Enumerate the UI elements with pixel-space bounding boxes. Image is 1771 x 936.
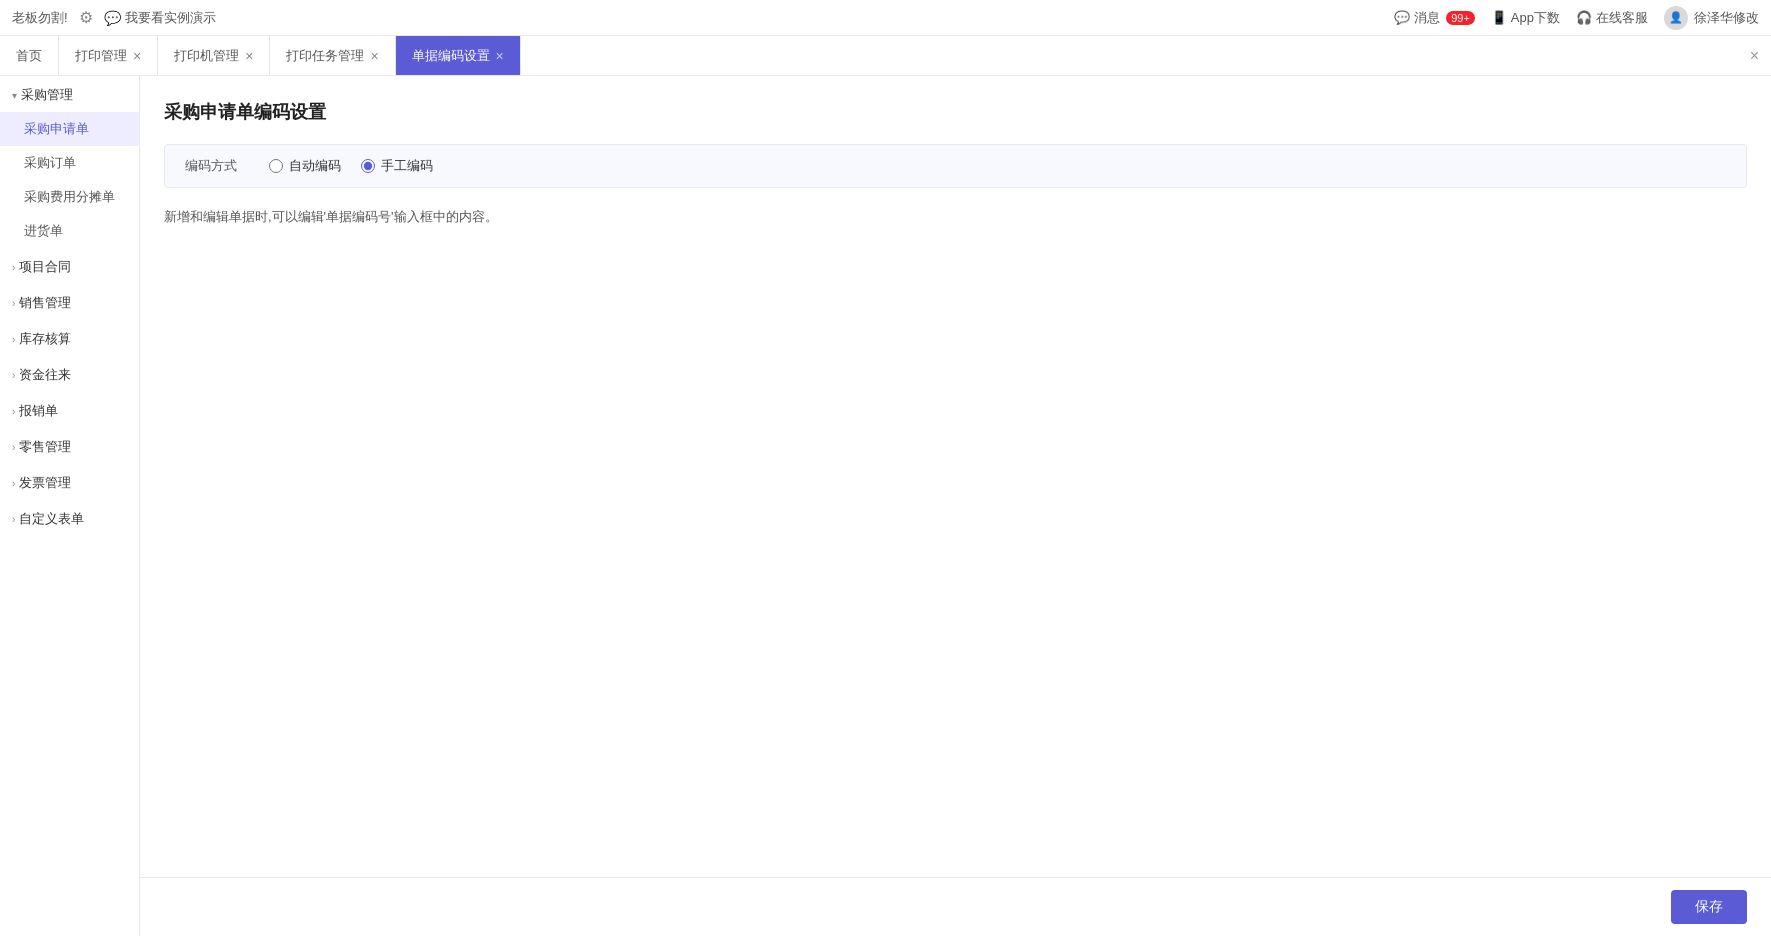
- tab-printer-management-close[interactable]: ×: [245, 49, 253, 63]
- top-bar: 老板勿割! ⚙ 我要看实例演示 💬 消息 99+ 📱 App下数 🎧 在线客服 …: [0, 0, 1771, 36]
- sidebar-group-retail-label: 零售管理: [19, 438, 71, 456]
- sidebar-group-retail: › 零售管理: [0, 428, 139, 464]
- sidebar-group-invoice: › 发票管理: [0, 464, 139, 500]
- sidebar-group-sales-label: 销售管理: [19, 294, 71, 312]
- gear-icon: ⚙: [79, 9, 93, 26]
- tab-encoding-settings-close[interactable]: ×: [496, 49, 504, 63]
- tab-printer-management-label: 打印机管理: [174, 47, 239, 65]
- tab-encoding-settings-label: 单据编码设置: [412, 47, 490, 65]
- tab-bar: 首页 打印管理 × 打印机管理 × 打印任务管理 × 单据编码设置 × ×: [0, 36, 1771, 76]
- app-download-label: App下数: [1511, 9, 1560, 27]
- top-bar-right: 💬 消息 99+ 📱 App下数 🎧 在线客服 👤 徐泽华修改: [1394, 6, 1759, 30]
- sidebar-group-custom-header[interactable]: › 自定义表单: [0, 500, 139, 536]
- chevron-down-icon: ▾: [12, 90, 17, 101]
- brand-name: 老板勿割!: [12, 9, 68, 27]
- top-bar-left: 老板勿割! ⚙ 我要看实例演示: [12, 8, 216, 28]
- sidebar-item-receipt-label: 进货单: [24, 223, 63, 238]
- app-download-button[interactable]: 📱 App下数: [1491, 9, 1560, 27]
- sidebar-item-purchase-cost-label: 采购费用分摊单: [24, 189, 115, 204]
- sidebar-group-expense: › 报销单: [0, 392, 139, 428]
- chevron-right-icon-5: ›: [12, 406, 15, 417]
- sidebar-group-finance-label: 资金往来: [19, 366, 71, 384]
- sidebar-item-purchase-order[interactable]: 采购订单: [0, 146, 139, 180]
- tab-print-management[interactable]: 打印管理 ×: [59, 36, 158, 75]
- sidebar-item-purchase-request-label: 采购申请单: [24, 121, 89, 136]
- encoding-label: 编码方式: [185, 157, 237, 175]
- sidebar-group-sales-header[interactable]: › 销售管理: [0, 284, 139, 320]
- radio-manual-input[interactable]: [361, 159, 375, 173]
- sidebar-group-purchase-label: 采购管理: [21, 86, 73, 104]
- content-body: 采购申请单编码设置 编码方式 自动编码 手工编码 新增和编辑单据时,可以编辑'单…: [140, 76, 1771, 877]
- sidebar-item-purchase-order-label: 采购订单: [24, 155, 76, 170]
- main-layout: ▾ 采购管理 采购申请单 采购订单 采购费用分摊单 进货单 › 项目合同: [0, 76, 1771, 936]
- tab-print-task[interactable]: 打印任务管理 ×: [270, 36, 395, 75]
- sidebar-group-purchase: ▾ 采购管理 采购申请单 采购订单 采购费用分摊单 进货单: [0, 76, 139, 248]
- sidebar-group-retail-header[interactable]: › 零售管理: [0, 428, 139, 464]
- sidebar-group-expense-label: 报销单: [19, 402, 58, 420]
- tab-print-management-label: 打印管理: [75, 47, 127, 65]
- tab-bar-close-button[interactable]: ×: [1738, 36, 1771, 75]
- tab-home-label: 首页: [16, 47, 42, 65]
- gear-button[interactable]: ⚙: [76, 8, 96, 28]
- radio-auto-input[interactable]: [269, 159, 283, 173]
- sidebar-group-expense-header[interactable]: › 报销单: [0, 392, 139, 428]
- sidebar-group-project: › 项目合同: [0, 248, 139, 284]
- sidebar-group-project-label: 项目合同: [19, 258, 71, 276]
- sidebar-group-inventory-label: 库存核算: [19, 330, 71, 348]
- message-button[interactable]: 💬 消息 99+: [1394, 9, 1475, 27]
- tab-print-task-label: 打印任务管理: [286, 47, 364, 65]
- demo-text: 我要看实例演示: [125, 9, 216, 27]
- online-service-label: 在线客服: [1596, 9, 1648, 27]
- tab-home[interactable]: 首页: [0, 36, 59, 75]
- message-icon: 💬: [1394, 10, 1410, 25]
- encoding-section: 编码方式 自动编码 手工编码: [164, 144, 1747, 188]
- sidebar-group-custom-label: 自定义表单: [19, 510, 84, 528]
- chevron-right-icon-8: ›: [12, 514, 15, 525]
- tab-print-task-close[interactable]: ×: [370, 49, 378, 63]
- sidebar-group-sales: › 销售管理: [0, 284, 139, 320]
- avatar: 👤: [1664, 6, 1688, 30]
- online-service-button[interactable]: 🎧 在线客服: [1576, 9, 1648, 27]
- radio-auto-label: 自动编码: [289, 157, 341, 175]
- bottom-bar: 保存: [140, 877, 1771, 936]
- chevron-right-icon-6: ›: [12, 442, 15, 453]
- radio-manual-label: 手工编码: [381, 157, 433, 175]
- radio-auto[interactable]: 自动编码: [269, 157, 341, 175]
- content-area: 采购申请单编码设置 编码方式 自动编码 手工编码 新增和编辑单据时,可以编辑'单…: [140, 76, 1771, 936]
- tab-printer-management[interactable]: 打印机管理 ×: [158, 36, 270, 75]
- chevron-right-icon-3: ›: [12, 334, 15, 345]
- sidebar-item-purchase-request[interactable]: 采购申请单: [0, 112, 139, 146]
- radio-group: 自动编码 手工编码: [269, 157, 433, 175]
- sidebar-group-invoice-label: 发票管理: [19, 474, 71, 492]
- message-label: 消息: [1414, 9, 1440, 27]
- app-icon: 📱: [1491, 10, 1507, 25]
- sidebar: ▾ 采购管理 采购申请单 采购订单 采购费用分摊单 进货单 › 项目合同: [0, 76, 140, 936]
- service-icon: 🎧: [1576, 10, 1592, 25]
- hint-text: 新增和编辑单据时,可以编辑'单据编码号'输入框中的内容。: [164, 208, 1747, 226]
- user-section[interactable]: 👤 徐泽华修改: [1664, 6, 1759, 30]
- message-badge: 99+: [1446, 11, 1475, 25]
- page-title: 采购申请单编码设置: [164, 100, 1747, 124]
- sidebar-group-custom: › 自定义表单: [0, 500, 139, 536]
- sidebar-group-inventory-header[interactable]: › 库存核算: [0, 320, 139, 356]
- tab-print-management-close[interactable]: ×: [133, 49, 141, 63]
- sidebar-group-project-header[interactable]: › 项目合同: [0, 248, 139, 284]
- sidebar-group-inventory: › 库存核算: [0, 320, 139, 356]
- sidebar-group-invoice-header[interactable]: › 发票管理: [0, 464, 139, 500]
- chevron-right-icon-7: ›: [12, 478, 15, 489]
- sidebar-group-finance-header[interactable]: › 资金往来: [0, 356, 139, 392]
- sidebar-group-finance: › 资金往来: [0, 356, 139, 392]
- radio-manual[interactable]: 手工编码: [361, 157, 433, 175]
- sidebar-group-purchase-header[interactable]: ▾ 采购管理: [0, 76, 139, 112]
- username: 徐泽华修改: [1694, 9, 1759, 27]
- demo-link[interactable]: 我要看实例演示: [104, 9, 216, 27]
- sidebar-item-purchase-cost[interactable]: 采购费用分摊单: [0, 180, 139, 214]
- sidebar-item-receipt[interactable]: 进货单: [0, 214, 139, 248]
- chevron-right-icon-4: ›: [12, 370, 15, 381]
- chevron-right-icon: ›: [12, 262, 15, 273]
- tab-encoding-settings[interactable]: 单据编码设置 ×: [396, 36, 521, 75]
- chevron-right-icon-2: ›: [12, 298, 15, 309]
- save-button[interactable]: 保存: [1671, 890, 1747, 924]
